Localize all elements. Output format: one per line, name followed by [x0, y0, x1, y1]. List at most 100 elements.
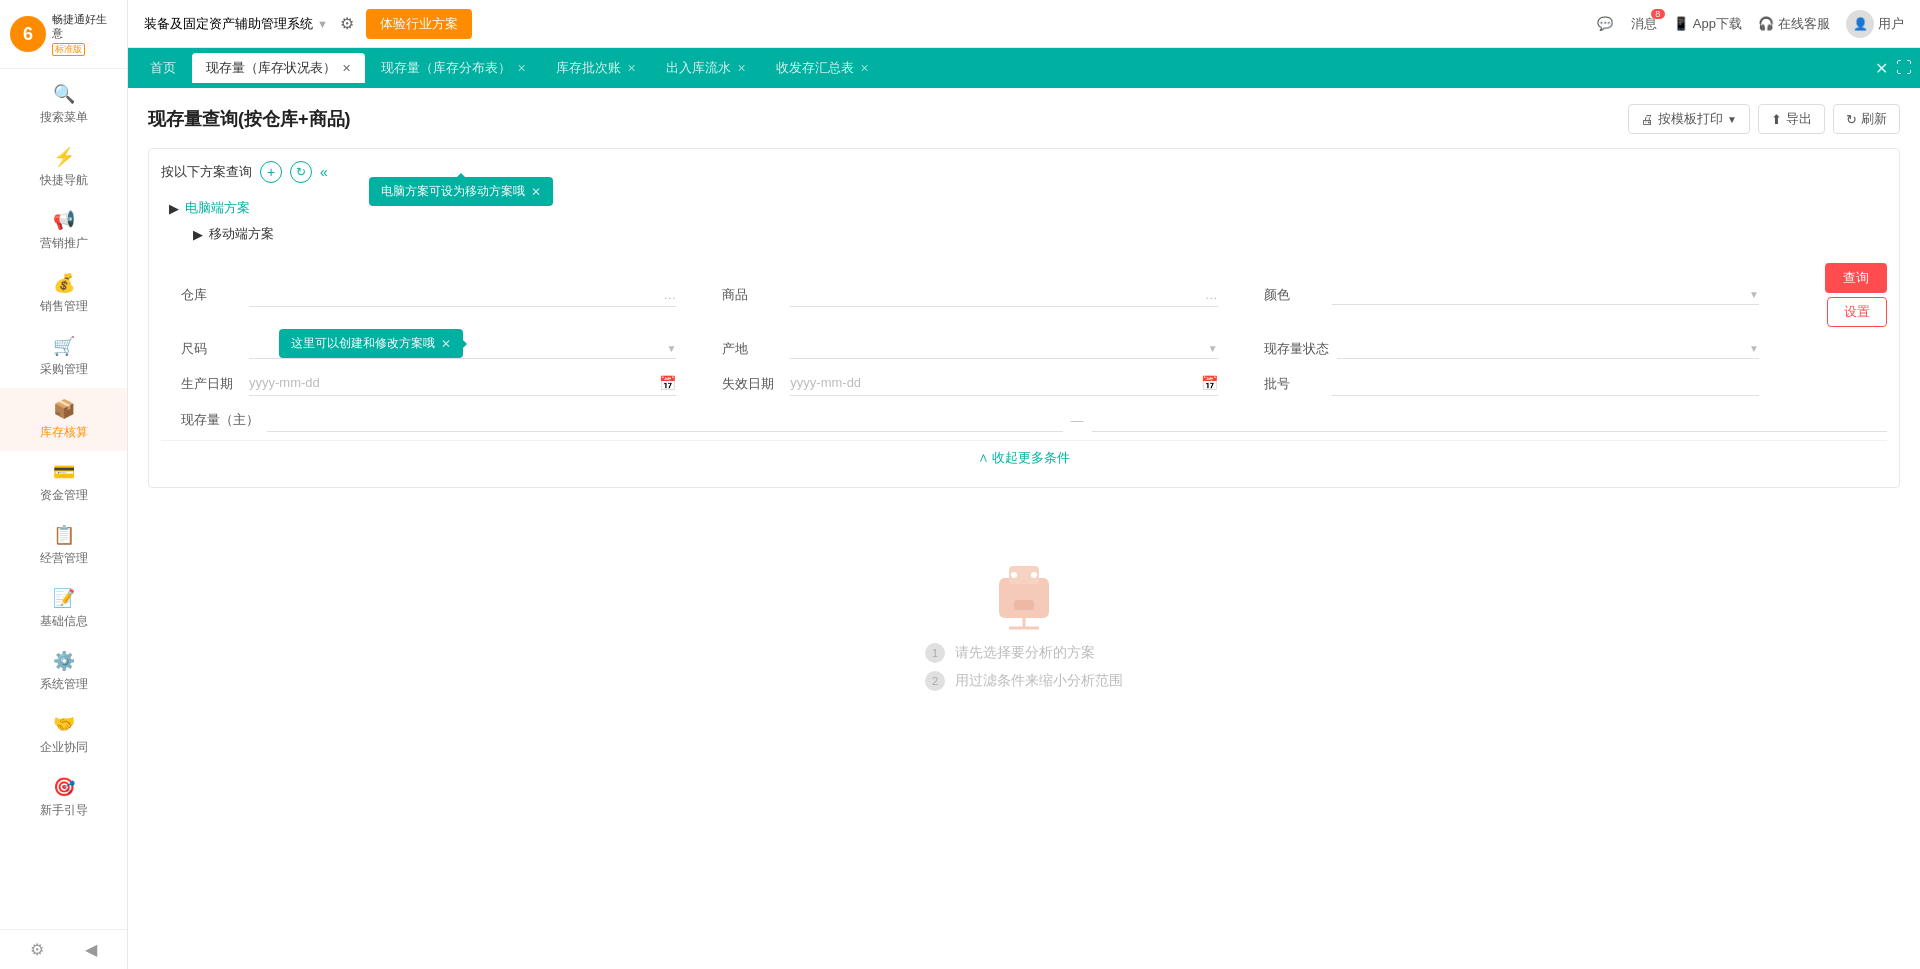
product-input[interactable]: … — [790, 283, 1217, 307]
tab-inventory-dist[interactable]: 现存量（库存分布表） ✕ — [367, 53, 540, 83]
sidebar-item-operations[interactable]: 📋 经营管理 — [0, 514, 127, 577]
fullscreen-icon[interactable]: ⛶ — [1896, 59, 1912, 77]
tab-inventory-status[interactable]: 现存量（库存状况表） ✕ — [192, 53, 365, 83]
inventory-icon: 📦 — [53, 398, 75, 420]
phone-icon: 📱 — [1673, 16, 1689, 31]
sidebar-item-sales[interactable]: 💰 销售管理 — [0, 262, 127, 325]
tab-bar-right: ✕ ⛶ — [1875, 59, 1912, 78]
refresh-icon: ↻ — [1846, 112, 1857, 127]
svg-rect-4 — [1014, 600, 1034, 610]
sales-icon: 💰 — [53, 272, 75, 294]
calendar-icon: 📅 — [659, 375, 676, 391]
tab-batch-ledger[interactable]: 库存批次账 ✕ — [542, 53, 650, 83]
export-button[interactable]: ⬆ 导出 — [1758, 104, 1825, 134]
tab-in-out-flow[interactable]: 出入库流水 ✕ — [652, 53, 760, 83]
refresh-button[interactable]: ↻ 刷新 — [1833, 104, 1900, 134]
flash-icon: ⚡ — [53, 146, 75, 168]
sidebar-item-marketing[interactable]: 📢 营销推广 — [0, 199, 127, 262]
tab-close-icon[interactable]: ✕ — [517, 62, 526, 75]
tab-close-icon[interactable]: ✕ — [860, 62, 869, 75]
sidebar-item-search[interactable]: 🔍 搜索菜单 — [0, 73, 127, 136]
inventory-qty-max-input[interactable] — [1092, 408, 1888, 432]
filter-section: 电脑方案可设为移动方案哦 ✕ 这里可以创建和修改方案哦 ✕ 按以下方案查询 + … — [148, 148, 1900, 488]
filter-back-button[interactable]: « — [320, 164, 328, 180]
tab-label: 现存量（库存状况表） — [206, 59, 336, 77]
message-item[interactable]: 💬 8 消息 — [1597, 15, 1657, 33]
online-support-item[interactable]: 🎧 在线客服 — [1758, 15, 1830, 33]
basic-icon: 📝 — [53, 587, 75, 609]
footer-settings-icon[interactable]: ⚙ — [30, 940, 44, 959]
svg-point-3 — [1031, 572, 1037, 578]
field-inventory-status: 现存量状态 ▼ — [1264, 339, 1759, 359]
header-settings-icon[interactable]: ⚙ — [340, 14, 354, 33]
page-title-bar: 现存量查询(按仓库+商品) 🖨 按模板打印 ▼ ⬆ 导出 ↻ 刷新 — [148, 104, 1900, 134]
tab-label: 收发存汇总表 — [776, 59, 854, 77]
field-inventory-qty: 现存量（主） — — [181, 408, 1887, 432]
inventory-qty-min-input[interactable] — [267, 408, 1063, 432]
empty-state-icon — [979, 548, 1069, 638]
sidebar-item-label: 采购管理 — [40, 361, 88, 378]
sidebar-item-label: 企业协同 — [40, 739, 88, 756]
batch-no-input[interactable] — [1332, 372, 1759, 396]
color-select[interactable]: ▼ — [1332, 285, 1759, 305]
sidebar-item-label: 库存核算 — [40, 424, 88, 441]
tab-home[interactable]: 首页 — [136, 53, 190, 83]
collapse-bar[interactable]: ∧ 收起更多条件 — [161, 440, 1887, 475]
operations-icon: 📋 — [53, 524, 75, 546]
arrow-right-icon: ▶ — [169, 201, 179, 216]
app-download-item[interactable]: 📱 App下载 — [1673, 15, 1742, 33]
page-title: 现存量查询(按仓库+商品) — [148, 107, 351, 131]
sidebar-item-basic-info[interactable]: 📝 基础信息 — [0, 577, 127, 640]
expiry-date-input[interactable]: yyyy-mm-dd 📅 — [790, 371, 1217, 396]
hint-number-1: 1 — [925, 643, 945, 663]
filter-add-button[interactable]: + — [260, 161, 282, 183]
user-item[interactable]: 👤 用户 — [1846, 10, 1904, 38]
footer-collapse-icon[interactable]: ◀ — [85, 940, 97, 959]
sidebar-item-system[interactable]: ⚙️ 系统管理 — [0, 640, 127, 703]
production-date-input[interactable]: yyyy-mm-dd 📅 — [249, 371, 676, 396]
search-button[interactable]: 查询 — [1825, 263, 1887, 293]
tab-close-icon[interactable]: ✕ — [627, 62, 636, 75]
sidebar-item-label: 营销推广 — [40, 235, 88, 252]
sidebar: 6 畅捷通好生意 标准版 🔍 搜索菜单 ⚡ 快捷导航 📢 营销推广 💰 销售管理… — [0, 0, 128, 969]
calendar-icon: 📅 — [1201, 375, 1218, 391]
scheme-mobile[interactable]: ▶ 移动端方案 — [161, 221, 1887, 247]
print-button[interactable]: 🖨 按模板打印 ▼ — [1628, 104, 1750, 134]
scheme-popover: 电脑方案可设为移动方案哦 ✕ — [369, 177, 553, 206]
system-selector[interactable]: 装备及固定资产辅助管理系统 ▼ — [144, 15, 328, 33]
settings-button[interactable]: 设置 — [1827, 297, 1887, 327]
tab-receive-summary[interactable]: 收发存汇总表 ✕ — [762, 53, 883, 83]
message-icon: 💬 — [1597, 16, 1613, 31]
system-name: 装备及固定资产辅助管理系统 — [144, 15, 313, 33]
tab-close-icon[interactable]: ✕ — [737, 62, 746, 75]
chevron-down-icon: ▼ — [1749, 343, 1759, 354]
field-product: 商品 … — [722, 283, 1217, 307]
chevron-up-icon: ∧ — [978, 450, 989, 465]
edit-popover: 这里可以创建和修改方案哦 ✕ — [279, 329, 463, 358]
sidebar-item-quick-nav[interactable]: ⚡ 快捷导航 — [0, 136, 127, 199]
finance-icon: 💳 — [53, 461, 75, 483]
popover-close-icon[interactable]: ✕ — [531, 185, 541, 199]
origin-select[interactable]: ▼ — [790, 339, 1217, 359]
inventory-status-select[interactable]: ▼ — [1337, 339, 1759, 359]
edit-popover-close-icon[interactable]: ✕ — [441, 337, 451, 351]
sidebar-nav: 🔍 搜索菜单 ⚡ 快捷导航 📢 营销推广 💰 销售管理 🛒 采购管理 📦 库存核… — [0, 69, 127, 929]
sidebar-item-enterprise[interactable]: 🤝 企业协同 — [0, 703, 127, 766]
sidebar-item-inventory[interactable]: 📦 库存核算 — [0, 388, 127, 451]
field-expiry-date: 失效日期 yyyy-mm-dd 📅 — [722, 371, 1217, 396]
filter-refresh-button[interactable]: ↻ — [290, 161, 312, 183]
marketing-icon: 📢 — [53, 209, 75, 231]
app-download-label: App下载 — [1693, 15, 1742, 33]
sidebar-item-finance[interactable]: 💳 资金管理 — [0, 451, 127, 514]
sidebar-item-label: 搜索菜单 — [40, 109, 88, 126]
support-icon: 🎧 — [1758, 16, 1774, 31]
user-avatar: 👤 — [1846, 10, 1874, 38]
close-all-icon[interactable]: ✕ — [1875, 59, 1888, 78]
tab-close-icon[interactable]: ✕ — [342, 62, 351, 75]
sidebar-item-guide[interactable]: 🎯 新手引导 — [0, 766, 127, 829]
sidebar-item-purchase[interactable]: 🛒 采购管理 — [0, 325, 127, 388]
sidebar-item-label: 基础信息 — [40, 613, 88, 630]
experience-button[interactable]: 体验行业方案 — [366, 9, 472, 39]
warehouse-input[interactable]: … — [249, 283, 676, 307]
sidebar-item-label: 资金管理 — [40, 487, 88, 504]
